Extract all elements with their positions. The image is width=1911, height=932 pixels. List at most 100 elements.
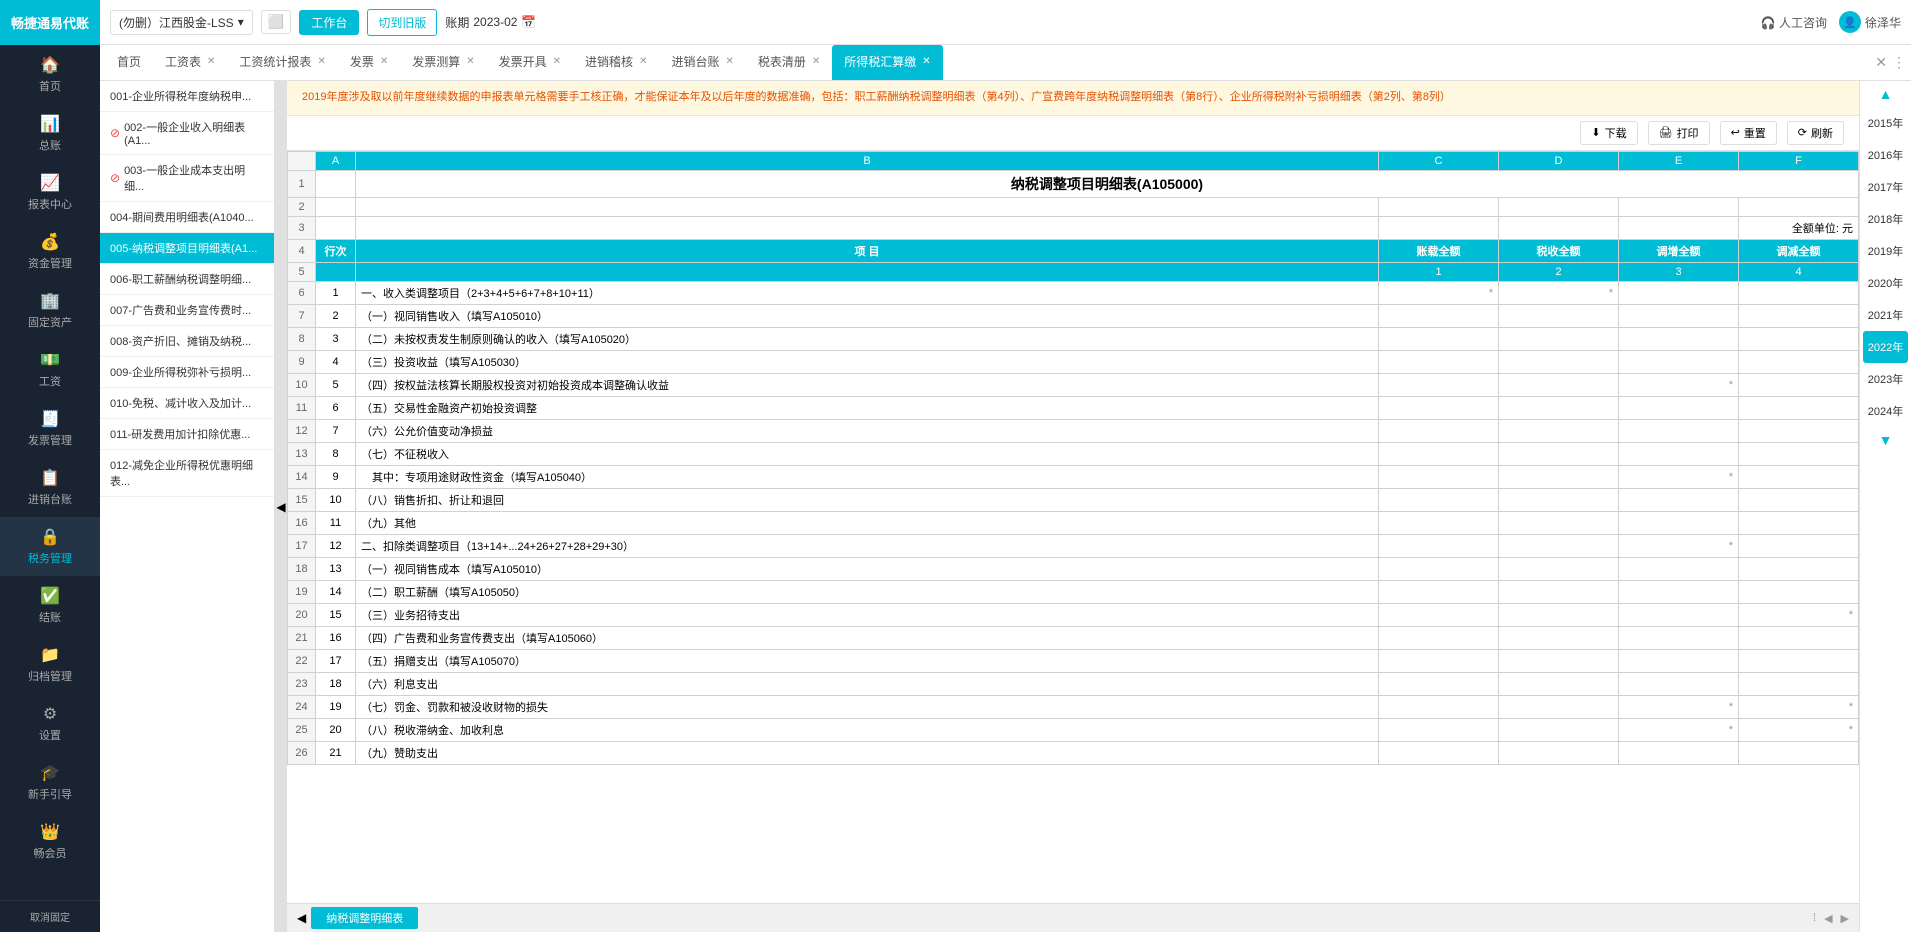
left-panel-item-6[interactable]: 007-广告费和业务宣传费时... [100, 295, 274, 326]
left-panel-item-5[interactable]: 006-职工薪酬纳税调整明细... [100, 264, 274, 295]
col-header-rownum [288, 151, 316, 170]
company-selector[interactable]: (勿删）江西股金-LSS ▾ [110, 10, 253, 35]
tab-4[interactable]: 发票测算✕ [400, 45, 486, 80]
reset-button[interactable]: ↩ 重置 [1720, 121, 1777, 145]
sheet-tab[interactable]: 纳税调整明细表 [311, 907, 418, 929]
year-item-2016年[interactable]: 2016年 [1863, 139, 1908, 171]
left-panel-item-8[interactable]: 009-企业所得税弥补亏损明... [100, 357, 274, 388]
sidebar-icon-12: 🎓 [40, 763, 60, 783]
left-panel-item-3[interactable]: 004-期间费用明细表(A1040... [100, 202, 274, 233]
topbar-right: 🎧 人工咨询 👤 徐泽华 [1761, 11, 1901, 33]
year-item-2020年[interactable]: 2020年 [1863, 267, 1908, 299]
year-item-2024年[interactable]: 2024年 [1863, 395, 1908, 427]
sidebar-collapse-btn[interactable]: 取消固定 [0, 900, 100, 932]
left-panel-item-10[interactable]: 011-研发费用加计扣除优惠... [100, 419, 274, 450]
consulting-btn[interactable]: 🎧 人工咨询 [1761, 14, 1827, 31]
close-all-icon[interactable]: ✕ [1875, 54, 1887, 71]
workbench-button[interactable]: 工作台 [299, 10, 359, 35]
tab-7[interactable]: 进销台账✕ [659, 45, 745, 80]
tab-2[interactable]: 工资统计报表✕ [227, 45, 337, 80]
more-tabs-icon[interactable]: ⋮ [1892, 54, 1906, 71]
sidebar-item-畅会员[interactable]: 👑畅会员 [0, 812, 100, 871]
tab-close-7[interactable]: ✕ [725, 56, 733, 67]
tab-close-8[interactable]: ✕ [812, 56, 820, 67]
table-row: 2116（四）广告费和业务宣传费支出（填写A105060） [288, 626, 1859, 649]
left-panel-item-4[interactable]: 005-纳税调整项目明细表(A1... [100, 233, 274, 264]
download-button[interactable]: ⬇ 下载 [1580, 121, 1637, 145]
table-row: 149 其中：专项用途财政性资金（填写A105040）* [288, 465, 1859, 488]
sidebar-item-归档管理[interactable]: 📁归档管理 [0, 635, 100, 694]
left-panel-item-1[interactable]: ⊘002-一般企业收入明细表(A1... [100, 112, 274, 155]
sidebar-item-资金管理[interactable]: 💰资金管理 [0, 222, 100, 281]
sidebar-icon-2: 📈 [40, 173, 60, 193]
tab-5[interactable]: 发票开具✕ [487, 45, 573, 80]
period-label: 账期 2023-02 📅 [445, 14, 536, 31]
sidebar-item-新手引导[interactable]: 🎓新手引导 [0, 753, 100, 812]
tab-close-9[interactable]: ✕ [922, 56, 930, 67]
tab-1[interactable]: 工资表✕ [153, 45, 227, 80]
refresh-icon: ⟳ [1798, 126, 1807, 139]
left-panel-item-0[interactable]: 001-企业所得税年度纳税申... [100, 81, 274, 112]
left-panel-item-2[interactable]: ⊘003-一般企业成本支出明细... [100, 155, 274, 202]
copy-icon-btn[interactable]: ⬜ [261, 10, 292, 34]
year-item-2023年[interactable]: 2023年 [1863, 363, 1908, 395]
table-row: 1813（一）视同销售成本（填写A105010） [288, 557, 1859, 580]
year-item-2022年[interactable]: 2022年 [1863, 331, 1908, 363]
spreadsheet-table: A B C D E F 1 纳税调整项目明细表(A105000) 2 3 全额单… [287, 151, 1859, 765]
year-item-2021年[interactable]: 2021年 [1863, 299, 1908, 331]
year-scroll-down[interactable]: ▼ [1874, 427, 1898, 453]
tab-6[interactable]: 进销稽核✕ [573, 45, 659, 80]
tab-close-1[interactable]: ✕ [207, 56, 215, 67]
left-panel-item-7[interactable]: 008-资产折旧、摊销及纳税... [100, 326, 274, 357]
cell-1-a[interactable] [316, 170, 356, 197]
year-item-2017年[interactable]: 2017年 [1863, 171, 1908, 203]
refresh-button[interactable]: ⟳ 刷新 [1787, 121, 1844, 145]
sidebar-icon-4: 🏢 [40, 291, 60, 311]
horizontal-scroll-left[interactable]: ◀ [1824, 912, 1832, 925]
tab-3[interactable]: 发票✕ [338, 45, 400, 80]
sidebar-item-税务管理[interactable]: 🔒税务管理 [0, 517, 100, 576]
tab-close-4[interactable]: ✕ [466, 56, 474, 67]
company-label: (勿删）江西股金-LSS [119, 14, 234, 31]
left-panel-item-11[interactable]: 012-减免企业所得税优惠明细表... [100, 450, 274, 497]
tab-close-5[interactable]: ✕ [553, 56, 561, 67]
reset-icon: ↩ [1731, 126, 1740, 139]
tab-close-3[interactable]: ✕ [380, 56, 388, 67]
table-row: 72（一）视同销售收入（填写A105010） [288, 304, 1859, 327]
user-menu[interactable]: 👤 徐泽华 [1839, 11, 1901, 33]
old-version-button[interactable]: 切到旧版 [367, 9, 437, 36]
warn-icon-1: ⊘ [110, 126, 120, 140]
year-item-2015年[interactable]: 2015年 [1863, 107, 1908, 139]
avatar-icon: 👤 [1839, 11, 1861, 33]
tab-close-6[interactable]: ✕ [639, 56, 647, 67]
calendar-icon[interactable]: 📅 [521, 15, 536, 29]
bottom-right: ⁞ ◀ ▶ [1813, 912, 1849, 925]
table-row: 2419（七）罚金、罚款和被没收财物的损失** [288, 695, 1859, 718]
tab-close-2[interactable]: ✕ [317, 56, 325, 67]
sidebar-item-报表中心[interactable]: 📈报表中心 [0, 163, 100, 222]
panel-collapse-handle[interactable]: ◀ [275, 81, 287, 932]
content-area: 001-企业所得税年度纳税申...⊘002-一般企业收入明细表(A1...⊘00… [100, 81, 1911, 932]
sidebar-item-固定资产[interactable]: 🏢固定资产 [0, 281, 100, 340]
sidebar-item-设置[interactable]: ⚙设置 [0, 694, 100, 753]
sidebar-item-进销台账[interactable]: 📋进销台账 [0, 458, 100, 517]
year-item-2019年[interactable]: 2019年 [1863, 235, 1908, 267]
sidebar-item-总账[interactable]: 📊总账 [0, 104, 100, 163]
sidebar-item-发票管理[interactable]: 🧾发票管理 [0, 399, 100, 458]
horizontal-scroll-right[interactable]: ▶ [1841, 912, 1849, 925]
sidebar-item-工资[interactable]: 💵工资 [0, 340, 100, 399]
sidebar-item-首页[interactable]: 🏠首页 [0, 45, 100, 104]
tab-9[interactable]: 所得税汇算缴✕ [832, 45, 942, 80]
left-panel-item-9[interactable]: 010-免税、减计收入及加计... [100, 388, 274, 419]
scroll-left-btn[interactable]: ◀ [297, 911, 306, 925]
tab-0[interactable]: 首页 [105, 45, 153, 80]
sidebar-item-结账[interactable]: ✅结账 [0, 576, 100, 635]
chevron-down-icon: ▾ [238, 15, 244, 29]
year-item-2018年[interactable]: 2018年 [1863, 203, 1908, 235]
year-scroll-up[interactable]: ▲ [1874, 81, 1898, 107]
print-button[interactable]: 🖨 打印 [1648, 121, 1710, 145]
tab-8[interactable]: 税表清册✕ [746, 45, 832, 80]
table-area[interactable]: A B C D E F 1 纳税调整项目明细表(A105000) 2 3 全额单… [287, 151, 1859, 903]
col-header-f: F [1739, 151, 1859, 170]
unit-label: 全额单位: 元 [1739, 216, 1859, 239]
